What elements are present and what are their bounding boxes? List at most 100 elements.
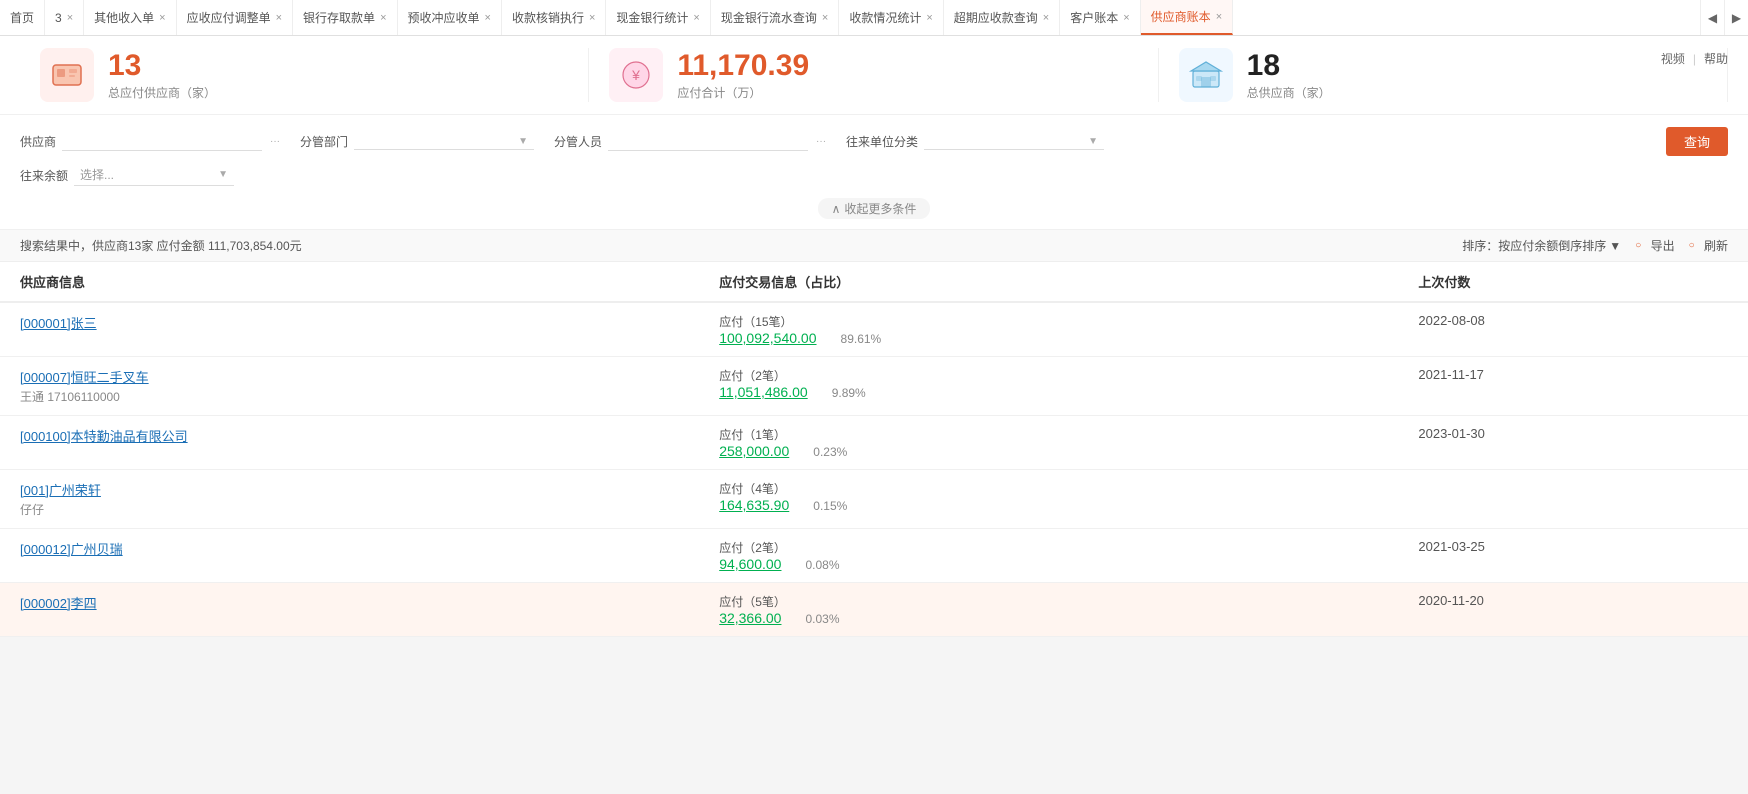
data-table: 供应商信息 应付交易信息（占比） 上次付数 [000001]张三应付（15笔）1… — [0, 262, 1748, 637]
supplier-link[interactable]: [001]广州荣轩 — [20, 483, 101, 498]
col-last-pay: 上次付数 — [1398, 262, 1748, 302]
table-row: [000007]恒旺二手叉车王通 17106110000应付（2笔）11,051… — [0, 357, 1748, 416]
supplier-filter-label: 供应商 — [20, 133, 56, 150]
payable-suppliers-number: 13 — [108, 49, 216, 82]
nav-tab-overdue-label: 超期应收款查询 — [954, 9, 1038, 26]
supplier-info-cell: [000007]恒旺二手叉车王通 17106110000 — [0, 357, 699, 416]
nav-tab-cash-stat-close[interactable]: × — [693, 12, 699, 24]
sort-button[interactable]: 排序：按应付余额倒序排序 ▼ — [1462, 237, 1621, 254]
sort-chevron-down-icon: ▼ — [1609, 239, 1621, 253]
nav-tab-overdue[interactable]: 超期应收款查询 × — [944, 0, 1060, 35]
supplier-link[interactable]: [000007]恒旺二手叉车 — [20, 370, 149, 385]
export-button[interactable]: 导出 — [1635, 237, 1674, 254]
supplier-link[interactable]: [000012]广州贝瑞 — [20, 542, 123, 557]
nav-prev-button[interactable]: ◀ — [1700, 0, 1724, 36]
nav-next-button[interactable]: ▶ — [1724, 0, 1748, 36]
video-link[interactable]: 视频 — [1661, 50, 1685, 67]
filter-person: 分管人员 ··· — [554, 132, 826, 151]
dept-select[interactable]: ▼ — [354, 134, 534, 150]
transaction-label: 应付（2笔） — [719, 539, 1378, 556]
filter-row-1: 供应商 ··· 分管部门 ▼ 分管人员 ··· 往来单位分类 ▼ 查询 — [20, 127, 1728, 156]
filter-supplier: 供应商 ··· — [20, 132, 280, 151]
data-table-wrap[interactable]: 供应商信息 应付交易信息（占比） 上次付数 [000001]张三应付（15笔）1… — [0, 262, 1748, 637]
supplier-info-cell: [000012]广州贝瑞 — [0, 529, 699, 583]
help-link[interactable]: 帮助 — [1704, 50, 1728, 67]
person-more-icon[interactable]: ··· — [816, 136, 826, 147]
nav-tab-3[interactable]: 3 × — [45, 0, 84, 35]
transaction-info-cell: 应付（4笔）164,635.900.15% — [699, 470, 1398, 529]
last-pay-cell: 2021-03-25 — [1398, 529, 1748, 583]
summary-total-suppliers: 18 总供应商（家） — [1159, 48, 1728, 102]
payable-suppliers-label: 总应付供应商（家） — [108, 84, 216, 101]
nav-tab-cash-flow[interactable]: 现金银行流水查询 × — [711, 0, 839, 35]
balance-select[interactable]: 选择... ▼ — [74, 164, 234, 186]
unit-class-select[interactable]: ▼ — [924, 134, 1104, 150]
transaction-info-cell: 应付（1笔）258,000.000.23% — [699, 416, 1398, 470]
nav-tab-bank-close[interactable]: × — [380, 12, 386, 24]
nav-tab-supplier-book[interactable]: 供应商账本 × — [1141, 0, 1233, 35]
transaction-amount[interactable]: 94,600.00 — [719, 556, 781, 572]
transaction-amount[interactable]: 258,000.00 — [719, 443, 789, 459]
supplier-info-cell: [000100]本特勤油品有限公司 — [0, 416, 699, 470]
nav-arrows: ◀ ▶ — [1700, 0, 1748, 36]
nav-tab-other-income-close[interactable]: × — [159, 12, 165, 24]
nav-tab-cust-book[interactable]: 客户账本 × — [1060, 0, 1140, 35]
last-pay-cell: 2020-11-20 — [1398, 583, 1748, 637]
supplier-link[interactable]: [000002]李四 — [20, 596, 97, 611]
supplier-more-icon[interactable]: ··· — [270, 136, 280, 147]
collapse-button[interactable]: ∧ 收起更多条件 — [818, 198, 931, 219]
last-pay-cell — [1398, 470, 1748, 529]
transaction-amount[interactable]: 11,051,486.00 — [719, 384, 808, 400]
nav-tab-recv-stat[interactable]: 收款情况统计 × — [839, 0, 943, 35]
collapse-label: 收起更多条件 — [844, 200, 916, 217]
nav-tab-cust-book-close[interactable]: × — [1123, 12, 1129, 24]
nav-tab-3-close[interactable]: × — [67, 12, 73, 24]
nav-tab-recv-stat-label: 收款情况统计 — [849, 9, 921, 26]
nav-tab-cash-stat[interactable]: 现金银行统计 × — [606, 0, 710, 35]
transaction-label: 应付（1笔） — [719, 426, 1378, 443]
supplier-input[interactable] — [62, 132, 262, 151]
payable-total-number: 11,170.39 — [677, 49, 809, 82]
last-pay-cell: 2022-08-08 — [1398, 302, 1748, 357]
nav-tab-verify-close[interactable]: × — [589, 12, 595, 24]
dept-filter-label: 分管部门 — [300, 133, 348, 150]
nav-tab-prepay[interactable]: 预收冲应收单 × — [398, 0, 502, 35]
nav-tab-adjust-close[interactable]: × — [276, 12, 282, 24]
supplier-link[interactable]: [000100]本特勤油品有限公司 — [20, 429, 188, 444]
table-row: [000002]李四 应付（5笔）32,366.000.03%2020-11-20 — [0, 583, 1748, 637]
transaction-amount[interactable]: 100,092,540.00 — [719, 330, 816, 346]
nav-tab-overdue-close[interactable]: × — [1043, 12, 1049, 24]
transaction-amount[interactable]: 164,635.90 — [719, 497, 789, 513]
transaction-amount[interactable]: 32,366.00 — [719, 610, 781, 626]
nav-tab-adjust[interactable]: 应收应付调整单 × — [177, 0, 293, 35]
total-suppliers-number: 18 — [1247, 49, 1331, 82]
unit-class-chevron-down-icon: ▼ — [1088, 136, 1098, 147]
nav-tab-bank-label: 银行存取款单 — [303, 9, 375, 26]
nav-tab-verify[interactable]: 收款核销执行 × — [502, 0, 606, 35]
sort-label: 排序：按应付余额倒序排序 — [1462, 237, 1606, 254]
supplier-info-cell: [001]广州荣轩仔仔 — [0, 470, 699, 529]
nav-tab-prepay-close[interactable]: × — [485, 12, 491, 24]
supplier-link[interactable]: [000001]张三 — [20, 316, 97, 331]
person-input[interactable] — [608, 132, 808, 151]
transaction-info-cell: 应付（5笔）32,366.000.03% — [699, 583, 1398, 637]
nav-tab-supplier-book-close[interactable]: × — [1216, 11, 1222, 23]
last-pay-cell: 2023-01-30 — [1398, 416, 1748, 470]
col-tx-info: 应付交易信息（占比） — [699, 262, 1398, 302]
filter-area: 供应商 ··· 分管部门 ▼ 分管人员 ··· 往来单位分类 ▼ 查询 往来 — [0, 115, 1748, 230]
query-button[interactable]: 查询 — [1666, 127, 1728, 156]
summary-payable-suppliers-info: 13 总应付供应商（家） — [108, 49, 216, 101]
supplier-sub-info: 仔仔 — [20, 501, 679, 518]
nav-tab-cash-flow-label: 现金银行流水查询 — [721, 9, 817, 26]
supplier-icon — [40, 48, 94, 102]
filter-dept: 分管部门 ▼ — [300, 133, 534, 150]
nav-tab-recv-stat-close[interactable]: × — [926, 12, 932, 24]
nav-tab-cash-flow-close[interactable]: × — [822, 12, 828, 24]
nav-tab-other-income[interactable]: 其他收入单 × — [84, 0, 176, 35]
table-row: [001]广州荣轩仔仔应付（4笔）164,635.900.15% — [0, 470, 1748, 529]
refresh-button[interactable]: 刷新 — [1689, 237, 1728, 254]
store-icon — [1179, 48, 1233, 102]
table-row: [000100]本特勤油品有限公司 应付（1笔）258,000.000.23%20… — [0, 416, 1748, 470]
nav-tab-home[interactable]: 首页 — [0, 0, 45, 35]
nav-tab-bank[interactable]: 银行存取款单 × — [293, 0, 397, 35]
